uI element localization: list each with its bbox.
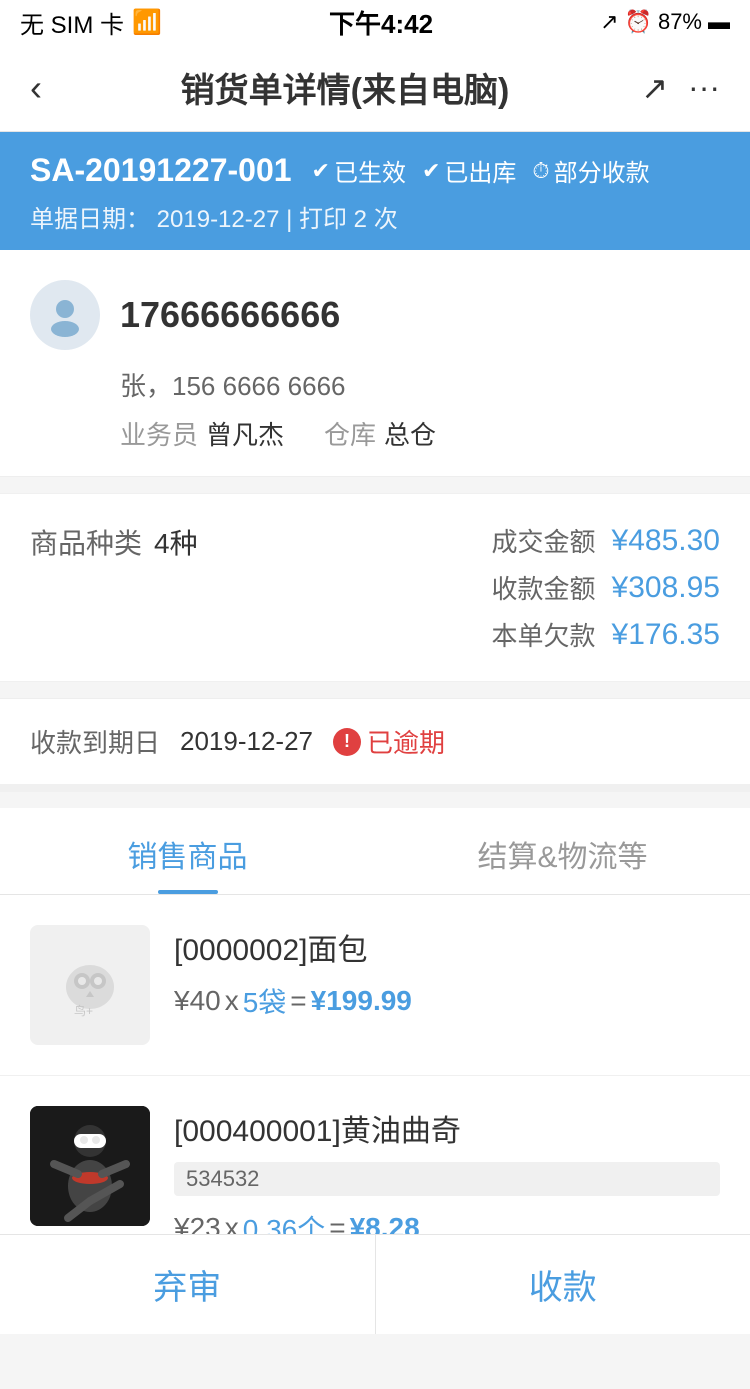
- battery-text: 87%: [658, 9, 702, 35]
- avatar: [30, 280, 100, 350]
- badge-effective-label: 已生效: [334, 153, 406, 188]
- badge-shipped: 已出库: [422, 153, 516, 188]
- price-separator-1: x: [225, 985, 239, 1017]
- product-thumbnail-2: [30, 1106, 150, 1226]
- received-amount-label: 收款金额: [492, 569, 596, 606]
- no-sim-text: 无 SIM 卡: [20, 5, 124, 40]
- deal-amount-row: 成交金额 ¥485.30: [492, 522, 720, 559]
- clock-icon: [532, 157, 549, 185]
- confirm-button[interactable]: 收款: [376, 1235, 750, 1334]
- badge-partial: 部分收款: [532, 153, 649, 188]
- customer-contact: 张，156 6666 6666: [30, 366, 720, 403]
- check-icon-2: [422, 157, 440, 185]
- owed-amount-value: ¥176.35: [612, 618, 720, 652]
- overdue-icon: !: [333, 728, 361, 756]
- cancel-button[interactable]: 弃审: [0, 1235, 376, 1334]
- deal-amount-value: ¥485.30: [612, 524, 720, 558]
- alarm-icon: ⏰: [625, 9, 652, 35]
- product-info-1: [0000002]面包 ¥40 x 5袋 = ¥199.99: [174, 925, 720, 1021]
- amount-list: 成交金额 ¥485.30 收款金额 ¥308.95 本单欠款 ¥176.35: [492, 522, 720, 653]
- received-amount-value: ¥308.95: [612, 571, 720, 605]
- summary-section: 商品种类 4种 成交金额 ¥485.30 收款金额 ¥308.95 本单欠款 ¥…: [0, 493, 750, 682]
- salesperson-info: 业务员 曾凡杰: [120, 415, 284, 452]
- equals-1: =: [290, 985, 306, 1017]
- deal-amount-label: 成交金额: [492, 522, 596, 559]
- salesperson-label: 业务员: [120, 415, 198, 452]
- product-thumbnail-1: 鸟+: [30, 925, 150, 1045]
- back-button[interactable]: ‹: [30, 67, 90, 109]
- product-info-2: [000400001]黄油曲奇 534532 ¥23 x 0.36个 = ¥8.…: [174, 1106, 720, 1248]
- salesperson-value: 曾凡杰: [206, 415, 284, 452]
- customer-section: 17666666666 张，156 6666 6666 业务员 曾凡杰 仓库 总…: [0, 250, 750, 477]
- status-badges: 已生效 已出库 部分收款: [312, 153, 650, 188]
- check-icon-1: [312, 157, 330, 185]
- received-amount-row: 收款金额 ¥308.95: [492, 569, 720, 606]
- share-button[interactable]: ↗: [641, 69, 668, 107]
- overdue-text: 已逾期: [367, 723, 445, 760]
- product-tag-2: 534532: [174, 1162, 720, 1196]
- owed-amount-row: 本单欠款 ¥176.35: [492, 616, 720, 653]
- product-price-1: ¥40 x 5袋 = ¥199.99: [174, 981, 720, 1021]
- product-qty-1: 5袋: [243, 981, 287, 1021]
- category-info: 商品种类 4种: [30, 522, 198, 562]
- category-count: 4种: [154, 522, 198, 562]
- order-date-row: 单据日期： 2019-12-27 | 打印 2 次: [30, 199, 720, 234]
- warehouse-value: 总仓: [384, 415, 436, 452]
- print-info: | 打印 2 次: [286, 206, 398, 233]
- customer-phone: 17666666666: [120, 294, 340, 336]
- svg-text:鸟+: 鸟+: [74, 1003, 93, 1018]
- location-icon: ↗: [600, 9, 618, 35]
- product-name-1: [0000002]面包: [174, 925, 720, 969]
- product-base-price-1: ¥40: [174, 985, 221, 1017]
- badge-shipped-label: 已出库: [444, 153, 516, 188]
- order-date: 2019-12-27: [157, 206, 280, 233]
- due-date-value: 2019-12-27: [180, 726, 313, 757]
- customer-meta: 业务员 曾凡杰 仓库 总仓: [30, 415, 720, 452]
- battery-icon: ▬: [708, 9, 730, 35]
- due-label: 收款到期日: [30, 723, 160, 760]
- order-number: SA-20191227-001: [30, 152, 292, 189]
- status-right: ↗ ⏰ 87% ▬: [600, 9, 730, 35]
- warehouse-label: 仓库: [324, 415, 376, 452]
- status-time: 下午4:42: [329, 4, 433, 41]
- nav-bar: ‹ 销货单详情(来自电脑) ↗ ···: [0, 44, 750, 132]
- product-name-2: [000400001]黄油曲奇: [174, 1106, 720, 1150]
- category-label: 商品种类: [30, 522, 142, 562]
- status-bar: 无 SIM 卡 📶 下午4:42 ↗ ⏰ 87% ▬: [0, 0, 750, 44]
- products-section: 鸟+ [0000002]面包 ¥40 x 5袋 = ¥199.99: [0, 895, 750, 1279]
- bottom-bar: 弃审 收款: [0, 1234, 750, 1334]
- due-date-section: 收款到期日 2019-12-27 ! 已逾期: [0, 698, 750, 792]
- list-item: 鸟+ [0000002]面包 ¥40 x 5袋 = ¥199.99: [0, 895, 750, 1076]
- tab-products[interactable]: 销售商品: [0, 808, 375, 894]
- badge-effective: 已生效: [312, 153, 406, 188]
- warehouse-info: 仓库 总仓: [324, 415, 436, 452]
- status-left: 无 SIM 卡 📶: [20, 5, 162, 40]
- product-total-1: ¥199.99: [311, 985, 412, 1017]
- tab-settlement[interactable]: 结算&物流等: [375, 808, 750, 894]
- order-header: SA-20191227-001 已生效 已出库 部分收款 单据日期： 2019-…: [0, 132, 750, 250]
- owed-amount-label: 本单欠款: [492, 616, 596, 653]
- tab-bar: 销售商品 结算&物流等: [0, 808, 750, 895]
- badge-partial-label: 部分收款: [554, 153, 650, 188]
- page-title: 销货单详情(来自电脑): [90, 63, 600, 112]
- date-label: 单据日期：: [30, 206, 150, 233]
- overdue-badge: ! 已逾期: [333, 723, 445, 760]
- nav-actions: ↗ ···: [600, 69, 720, 107]
- wifi-icon: 📶: [132, 8, 162, 37]
- more-button[interactable]: ···: [688, 69, 720, 106]
